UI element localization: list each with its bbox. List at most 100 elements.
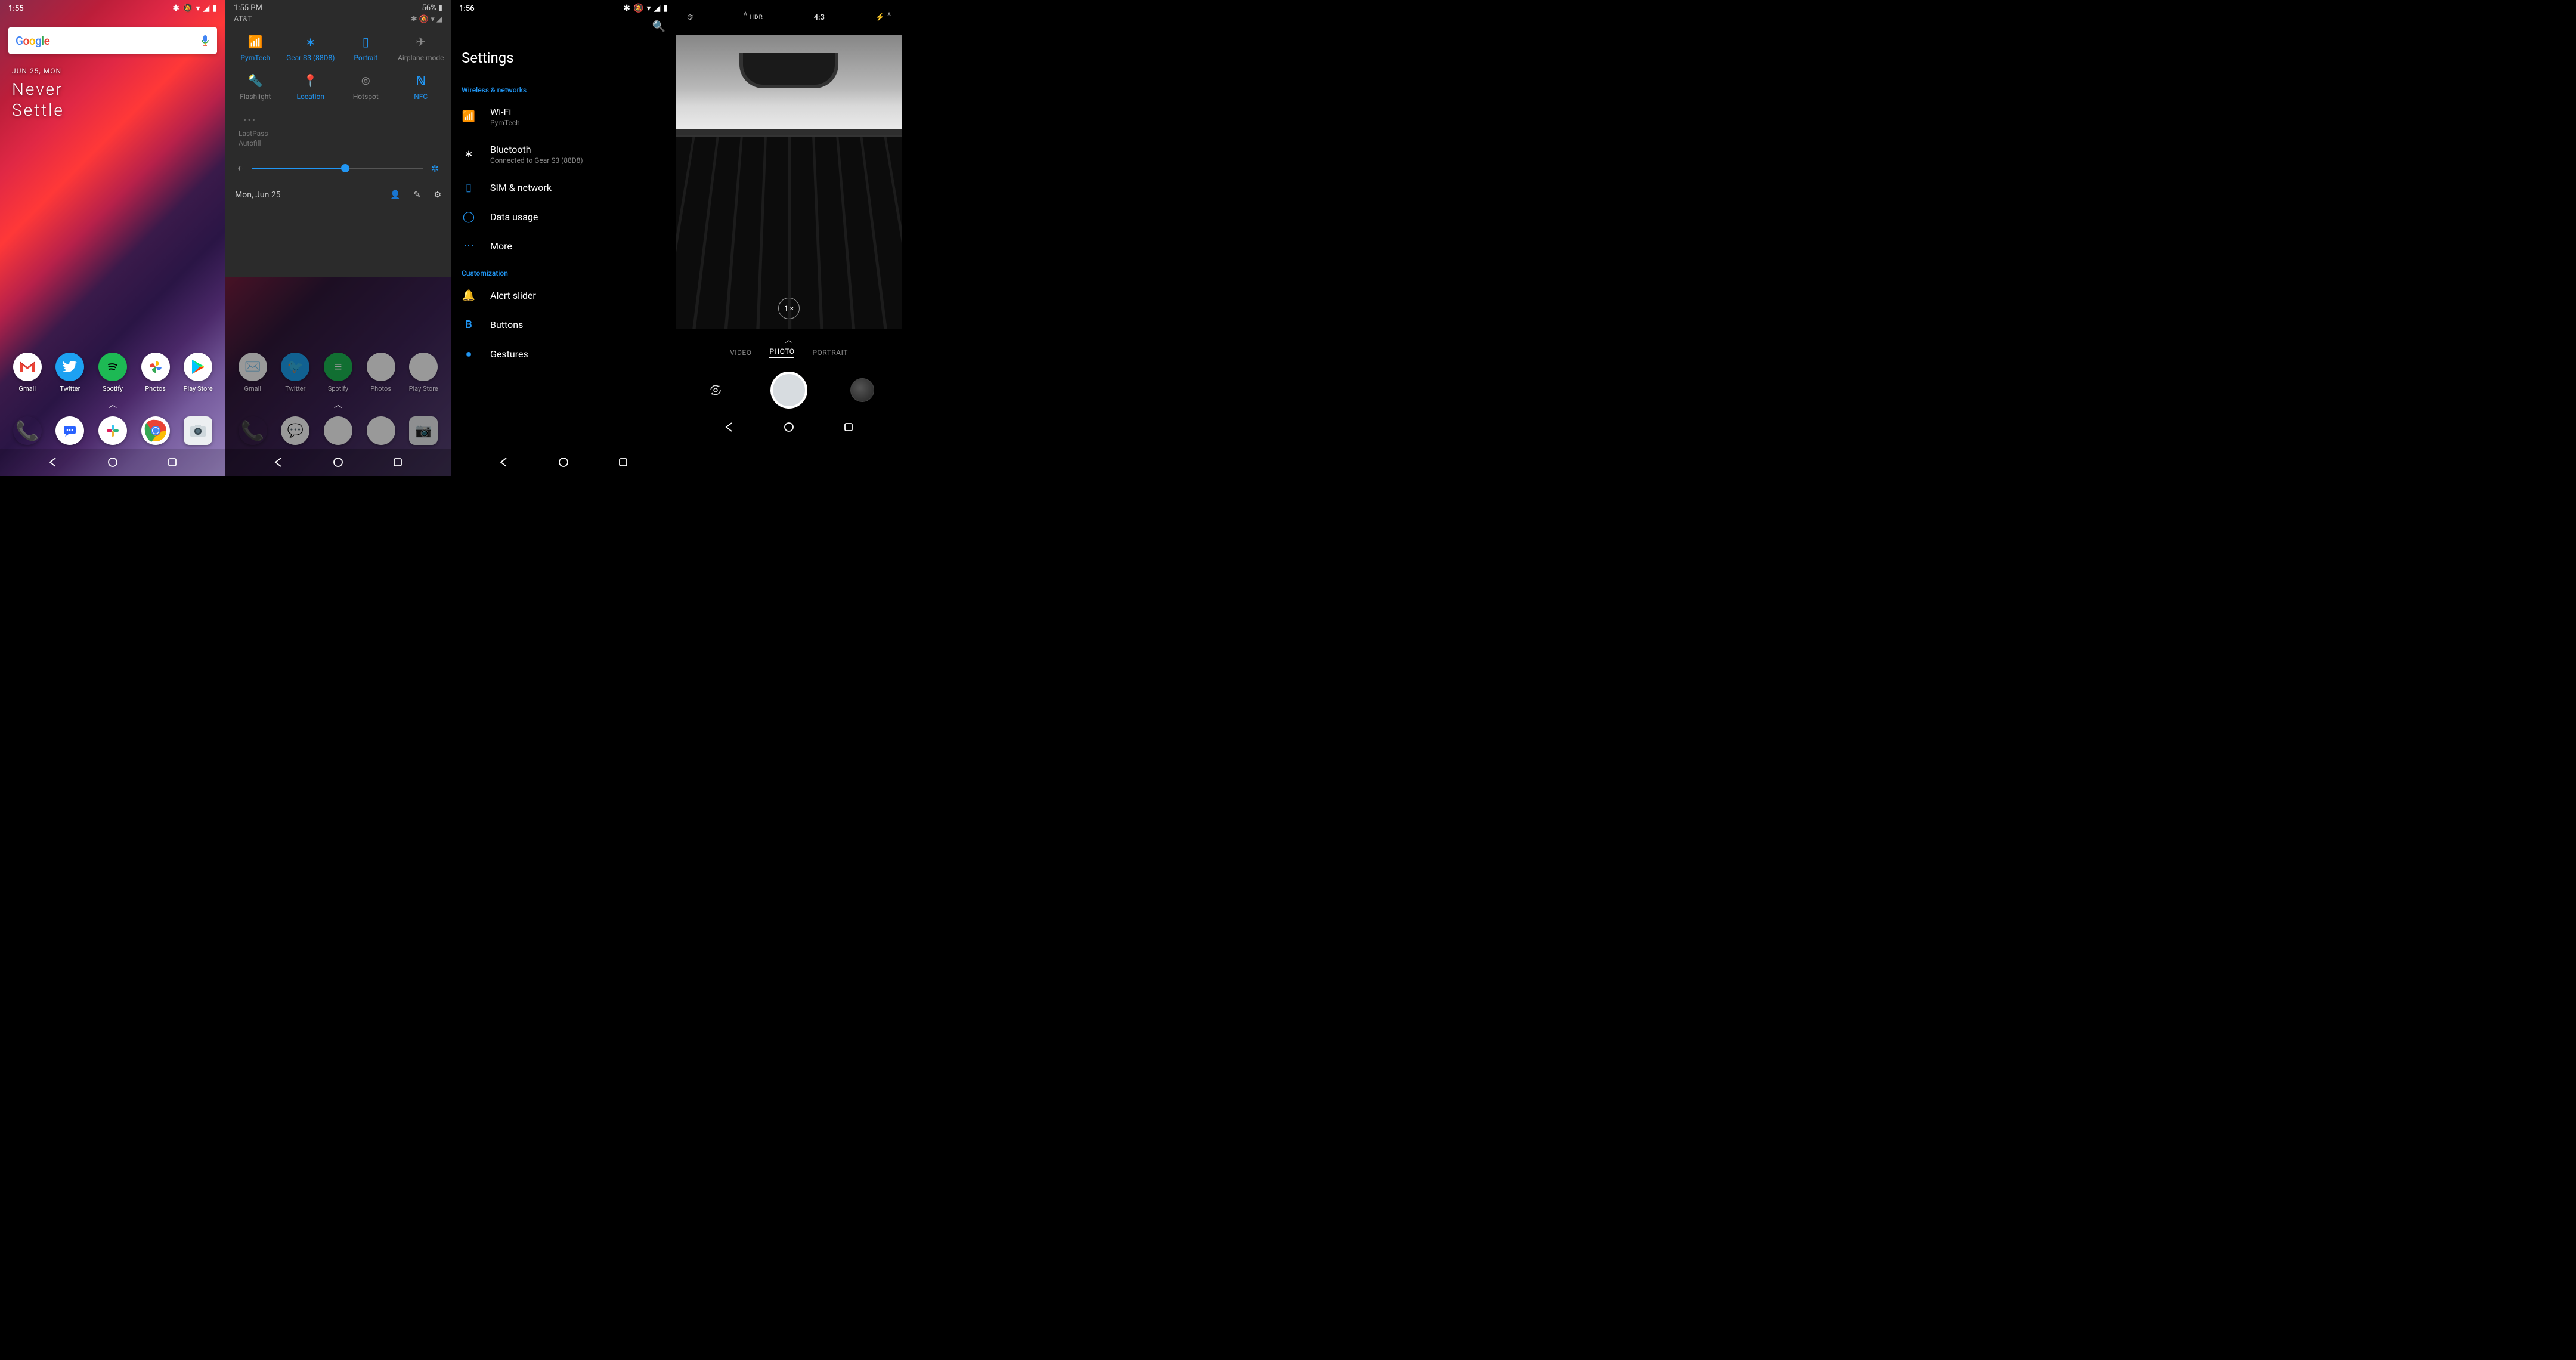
nav-home[interactable] xyxy=(106,456,119,469)
nav-home[interactable] xyxy=(782,421,795,434)
nav-recents[interactable] xyxy=(617,456,630,469)
settings-item-wifi[interactable]: 📶Wi-FiPymTech xyxy=(451,98,676,135)
gallery-thumbnail[interactable] xyxy=(850,378,874,402)
dock-row: 📞 xyxy=(0,413,225,449)
section-customization: Customization xyxy=(451,261,676,281)
dock-slack[interactable]: ⌗ xyxy=(319,416,357,445)
mode-video[interactable]: VIDEO xyxy=(730,348,751,358)
dock-slack[interactable] xyxy=(94,416,132,445)
qs-edit-icon[interactable]: ✎ xyxy=(414,190,421,200)
dock-chrome[interactable] xyxy=(137,416,175,445)
nav-back[interactable] xyxy=(47,456,60,469)
qs-settings-icon[interactable]: ⚙ xyxy=(434,190,441,200)
bluetooth-icon: ∗ xyxy=(462,148,476,160)
search-icon[interactable]: 🔍 xyxy=(652,20,665,33)
buttons-icon: B xyxy=(462,319,476,331)
nav-recents[interactable] xyxy=(391,456,404,469)
app-drawer-handle[interactable]: ︿ xyxy=(225,396,451,413)
app-twitter[interactable]: Twitter xyxy=(51,353,89,392)
dock-messages[interactable]: 💬 xyxy=(276,416,314,445)
qs-tile-nfc[interactable]: ℕNFC xyxy=(394,73,449,101)
app-gmail[interactable]: ✉️Gmail xyxy=(234,353,272,392)
settings-item-more[interactable]: ⋯More xyxy=(451,231,676,261)
settings-item-bluetooth[interactable]: ∗BluetoothConnected to Gear S3 (88D8) xyxy=(451,135,676,173)
qs-tile-lastpass[interactable]: LastPassAutofill xyxy=(225,128,451,148)
app-drawer-handle[interactable]: ︿ xyxy=(0,396,225,413)
qs-tile-location[interactable]: 📍Location xyxy=(283,73,339,101)
flashlight-icon: 🔦 xyxy=(248,73,263,88)
google-search-bar[interactable]: Google xyxy=(8,27,217,54)
app-play-store[interactable]: Play Store xyxy=(179,353,217,392)
slack-icon: ⌗ xyxy=(324,416,352,445)
mode-photo[interactable]: PHOTO xyxy=(769,347,794,358)
qs-tile-hotspot[interactable]: ⊚Hotspot xyxy=(338,73,394,101)
chrome-icon: ◉ xyxy=(367,416,395,445)
nav-home[interactable] xyxy=(332,456,345,469)
nav-recents[interactable] xyxy=(842,421,855,434)
app-twitter[interactable]: 🐦Twitter xyxy=(276,353,314,392)
qs-tile-wifi[interactable]: 📶PymTech xyxy=(228,35,283,63)
zoom-badge[interactable]: 1 × xyxy=(778,298,800,319)
dnd-icon: 🔕 xyxy=(182,4,193,13)
qs-user-icon[interactable]: 👤 xyxy=(390,190,400,200)
settings-item-data[interactable]: ◯Data usage xyxy=(451,202,676,231)
settings-item-sim[interactable]: ▯SIM & network xyxy=(451,173,676,202)
nav-back[interactable] xyxy=(497,456,510,469)
dock-phone[interactable]: 📞 xyxy=(8,416,47,445)
flash-toggle[interactable]: ⚡A xyxy=(875,13,891,22)
status-bar: 1:55 ✱ 🔕 ▾ ◢ ▮ xyxy=(0,0,225,17)
nav-home[interactable] xyxy=(557,456,570,469)
quick-settings-shade[interactable]: 1:55 PM 56% ▮ AT&T ✱ 🔕 ▾ ◢ 📶PymTech ∗Gea… xyxy=(225,0,451,277)
home-date: JUN 25, MON xyxy=(12,67,213,75)
camera-options-handle[interactable]: ︿ xyxy=(676,329,902,346)
dock-chrome[interactable]: ◉ xyxy=(362,416,400,445)
photos-icon: ✿ xyxy=(367,353,395,381)
qs-tile-airplane[interactable]: ✈Airplane mode xyxy=(394,35,449,63)
wifi-icon: ▾ xyxy=(196,4,200,13)
dock-messages[interactable] xyxy=(51,416,89,445)
brightness-low-icon: ◐ xyxy=(237,162,243,174)
mic-icon[interactable] xyxy=(200,35,210,47)
app-spotify[interactable]: Spotify xyxy=(94,353,132,392)
nav-back[interactable] xyxy=(723,421,736,434)
qs-tile-lastpass-dots[interactable]: ••• xyxy=(225,106,451,128)
hdr-toggle[interactable]: AHDR xyxy=(744,14,763,21)
brightness-auto-icon[interactable]: ✲ xyxy=(431,163,439,174)
qs-tile-flashlight[interactable]: 🔦Flashlight xyxy=(228,73,283,101)
timer-icon[interactable]: ⏱̸ xyxy=(687,13,693,22)
bluetooth-icon: ∗ xyxy=(305,35,315,49)
app-photos[interactable]: ✿Photos xyxy=(362,353,400,392)
nav-recents[interactable] xyxy=(166,456,179,469)
settings-item-gestures[interactable]: ●Gestures xyxy=(451,339,676,369)
qs-footer-date: Mon, Jun 25 xyxy=(235,190,281,200)
camera-mode-selector[interactable]: VIDEO PHOTO PORTRAIT xyxy=(676,346,902,364)
airplane-icon: ✈ xyxy=(416,35,426,49)
settings-item-buttons[interactable]: BButtons xyxy=(451,310,676,339)
app-photos[interactable]: Photos xyxy=(137,353,175,392)
flip-camera-icon[interactable] xyxy=(704,378,727,402)
nav-back[interactable] xyxy=(272,456,285,469)
qs-tile-rotation[interactable]: ▯Portrait xyxy=(338,35,394,63)
shutter-button[interactable] xyxy=(770,372,807,409)
dock-camera[interactable] xyxy=(179,416,217,445)
camera-icon: 📷 xyxy=(409,416,438,445)
photos-icon xyxy=(141,353,170,381)
dock-camera[interactable]: 📷 xyxy=(404,416,442,445)
slack-icon xyxy=(98,416,127,445)
wifi-icon: 📶 xyxy=(248,35,263,49)
camera-top-bar: ⏱̸ AHDR 4:3 ⚡A xyxy=(676,0,902,35)
camera-viewfinder[interactable]: 1 × xyxy=(676,35,902,329)
qs-tile-bluetooth[interactable]: ∗Gear S3 (88D8) xyxy=(283,35,339,63)
settings-item-alert-slider[interactable]: 🔔Alert slider xyxy=(451,281,676,310)
phone-icon: 📞 xyxy=(13,416,42,445)
aspect-ratio-toggle[interactable]: 4:3 xyxy=(814,13,825,22)
battery-icon: ▮ xyxy=(212,4,217,13)
location-icon: 📍 xyxy=(303,73,318,88)
dock-phone[interactable]: 📞 xyxy=(234,416,272,445)
brightness-slider[interactable]: ◐ ✲ xyxy=(225,148,451,183)
app-gmail[interactable]: Gmail xyxy=(8,353,47,392)
app-spotify[interactable]: ≡Spotify xyxy=(319,353,357,392)
app-play-store[interactable]: ▶Play Store xyxy=(404,353,442,392)
status-time: 1:55 xyxy=(8,4,172,13)
mode-portrait[interactable]: PORTRAIT xyxy=(812,348,847,358)
